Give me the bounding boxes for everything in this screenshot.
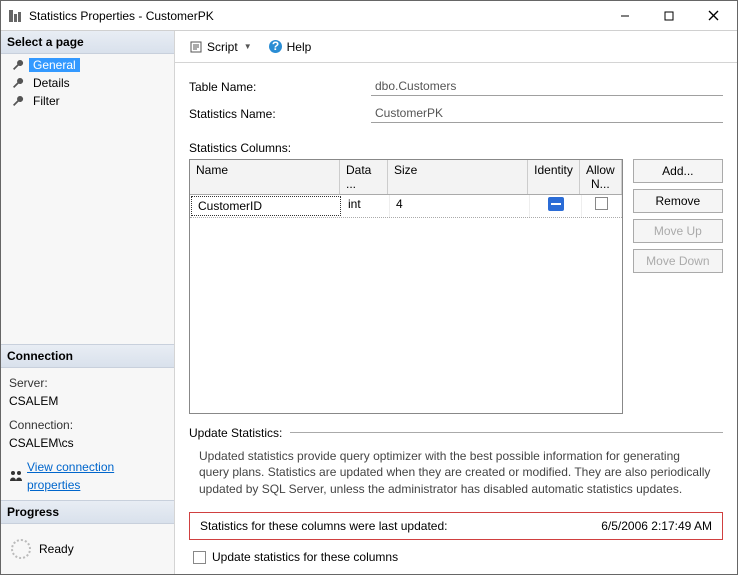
- close-button[interactable]: [691, 2, 735, 30]
- page-nav: General Details Filter: [1, 54, 174, 112]
- connection-header: Connection: [1, 344, 174, 368]
- help-button[interactable]: ? Help: [262, 37, 318, 56]
- progress-header: Progress: [1, 500, 174, 524]
- move-down-button[interactable]: Move Down: [633, 249, 723, 273]
- cell-allownull: [582, 195, 622, 217]
- svg-text:?: ?: [271, 39, 278, 53]
- update-statistics-checkbox[interactable]: [193, 551, 206, 564]
- update-statistics-label: Update Statistics:: [189, 426, 282, 440]
- last-updated-value: 6/5/2006 2:17:49 AM: [601, 519, 712, 533]
- nav-item-general[interactable]: General: [1, 56, 174, 74]
- allow-null-checkbox[interactable]: [595, 197, 608, 210]
- main-panel: Table Name: dbo.Customers Statistics Nam…: [175, 63, 737, 574]
- view-connection-properties-link[interactable]: View connection properties: [9, 458, 166, 494]
- statistics-name-field[interactable]: CustomerPK: [371, 104, 723, 123]
- progress-spinner-icon: [11, 539, 31, 559]
- connection-label: Connection:: [9, 416, 166, 434]
- server-value: CSALEM: [9, 392, 166, 410]
- divider: [290, 432, 723, 433]
- minimize-button[interactable]: [603, 2, 647, 30]
- col-header-allownull[interactable]: Allow N...: [580, 160, 622, 194]
- last-updated-label: Statistics for these columns were last u…: [200, 519, 447, 533]
- app-icon: [7, 8, 23, 24]
- col-header-identity[interactable]: Identity: [528, 160, 580, 194]
- col-header-name[interactable]: Name: [190, 160, 340, 194]
- titlebar: Statistics Properties - CustomerPK: [1, 1, 737, 31]
- help-icon: ?: [268, 39, 283, 54]
- update-statistics-description: Updated statistics provide query optimiz…: [189, 448, 723, 498]
- identity-badge-icon: [548, 197, 564, 211]
- sidebar: Select a page General Details Filter Con…: [1, 31, 175, 574]
- col-header-datatype[interactable]: Data ...: [340, 160, 388, 194]
- statistics-name-label: Statistics Name:: [189, 107, 371, 121]
- wrench-icon: [11, 58, 25, 72]
- script-icon: [189, 40, 203, 54]
- connection-value: CSALEM\cs: [9, 434, 166, 452]
- cell-name: CustomerID: [191, 196, 341, 216]
- col-header-size[interactable]: Size: [388, 160, 528, 194]
- content-pane: Script ▼ ? Help Table Name: dbo.Customer…: [175, 31, 737, 574]
- update-statistics-section: Update Statistics: Updated statistics pr…: [189, 426, 723, 564]
- nav-label: Details: [29, 76, 74, 90]
- progress-text: Ready: [39, 542, 74, 556]
- cell-datatype: int: [342, 195, 390, 217]
- table-name-label: Table Name:: [189, 80, 371, 94]
- table-row[interactable]: CustomerID int 4: [190, 195, 622, 218]
- update-checkbox-row: Update statistics for these columns: [189, 550, 723, 564]
- dialog-window: Statistics Properties - CustomerPK Selec…: [0, 0, 738, 575]
- cell-size: 4: [390, 195, 530, 217]
- chevron-down-icon: ▼: [244, 42, 252, 51]
- wrench-icon: [11, 94, 25, 108]
- script-label: Script: [207, 40, 238, 54]
- last-updated-box: Statistics for these columns were last u…: [189, 512, 723, 540]
- select-page-header: Select a page: [1, 31, 174, 54]
- add-button[interactable]: Add...: [633, 159, 723, 183]
- nav-item-filter[interactable]: Filter: [1, 92, 174, 110]
- connection-block: Server: CSALEM Connection: CSALEM\cs Vie…: [1, 368, 174, 500]
- grid-header: Name Data ... Size Identity Allow N...: [190, 160, 622, 195]
- link-label: View connection properties: [27, 458, 166, 494]
- maximize-button[interactable]: [647, 2, 691, 30]
- nav-label: General: [29, 58, 80, 72]
- toolbar: Script ▼ ? Help: [175, 31, 737, 63]
- statistics-columns-label: Statistics Columns:: [189, 141, 723, 155]
- people-icon: [9, 470, 23, 482]
- server-label: Server:: [9, 374, 166, 392]
- wrench-icon: [11, 76, 25, 90]
- grid-buttons: Add... Remove Move Up Move Down: [633, 159, 723, 414]
- update-checkbox-label: Update statistics for these columns: [212, 550, 398, 564]
- progress-block: Ready: [1, 524, 174, 574]
- nav-label: Filter: [29, 94, 64, 108]
- help-label: Help: [287, 40, 312, 54]
- window-title: Statistics Properties - CustomerPK: [29, 9, 603, 23]
- columns-grid[interactable]: Name Data ... Size Identity Allow N... C…: [189, 159, 623, 414]
- move-up-button[interactable]: Move Up: [633, 219, 723, 243]
- table-name-field[interactable]: dbo.Customers: [371, 77, 723, 96]
- remove-button[interactable]: Remove: [633, 189, 723, 213]
- script-button[interactable]: Script ▼: [183, 38, 258, 56]
- grid-body: CustomerID int 4: [190, 195, 622, 413]
- nav-item-details[interactable]: Details: [1, 74, 174, 92]
- cell-identity: [530, 195, 582, 217]
